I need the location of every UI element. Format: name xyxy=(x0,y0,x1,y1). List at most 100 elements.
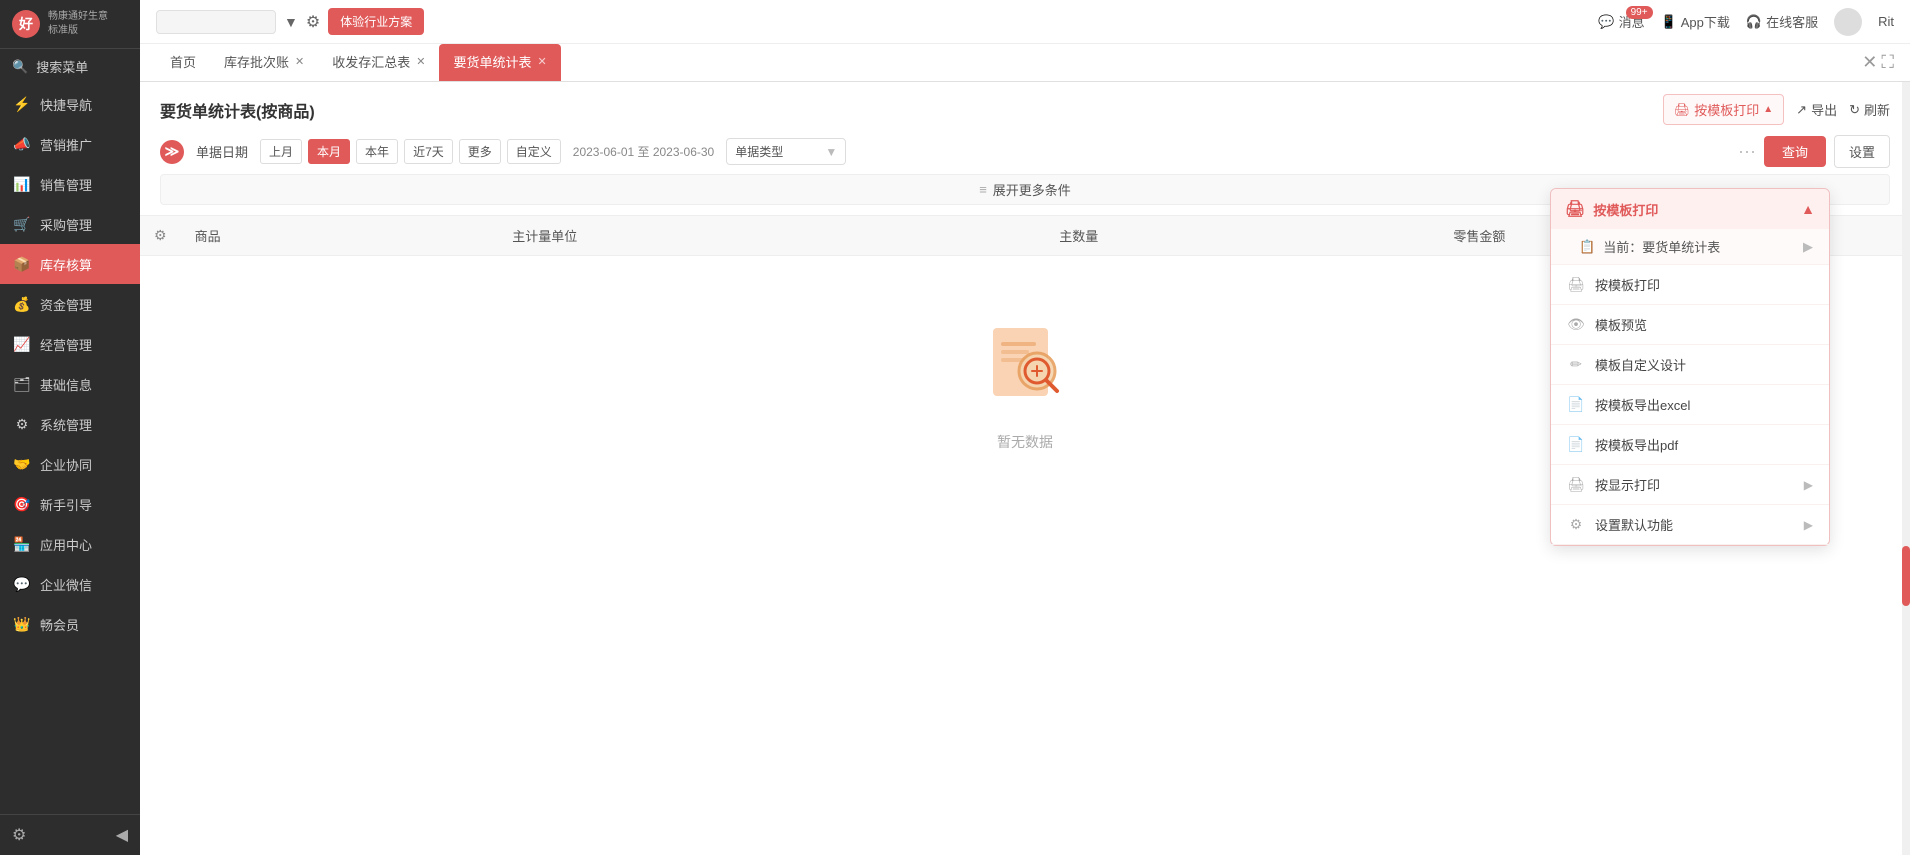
appstore-icon: 🏪 xyxy=(12,534,32,554)
sidebar-item-quick-nav[interactable]: ⚡ 快捷导航 xyxy=(0,84,140,124)
tab-order-stat[interactable]: 要货单统计表 ✕ xyxy=(439,44,560,81)
tab-close-receipt-summary[interactable]: ✕ xyxy=(416,55,425,68)
column-settings-icon[interactable]: ⚙ xyxy=(154,227,167,243)
date-range-display: 2023-06-01 至 2023-06-30 xyxy=(573,143,714,160)
message-badge: 99+ xyxy=(1626,6,1653,19)
tab-home[interactable]: 首页 xyxy=(156,44,210,81)
dropdown-item-template-preview[interactable]: 👁 模板预览 xyxy=(1551,305,1829,345)
base-icon: 🗂 xyxy=(12,374,32,394)
marketing-icon: 📣 xyxy=(12,134,32,154)
more-options-icon[interactable]: ··· xyxy=(1738,141,1756,162)
tab-receipt-summary[interactable]: 收发存汇总表 ✕ xyxy=(318,44,439,81)
date-last-7-days[interactable]: 近7天 xyxy=(404,139,453,164)
dropdown-item-template-design[interactable]: ✏ 模板自定义设计 xyxy=(1551,345,1829,385)
inventory-icon: 📦 xyxy=(12,254,32,274)
dropdown-title: 按模板打印 xyxy=(1593,200,1658,219)
guide-icon: 🎯 xyxy=(12,494,32,514)
export-button[interactable]: ↗ 导出 xyxy=(1796,100,1837,119)
dropdown-item-display-print[interactable]: 🖨 按显示打印 ▶ xyxy=(1551,465,1829,505)
dropdown-item-export-pdf[interactable]: 📄 按模板导出pdf xyxy=(1551,425,1829,465)
display-print-arrow: ▶ xyxy=(1804,478,1813,492)
sidebar-item-sales[interactable]: 📊 销售管理 xyxy=(0,164,140,204)
window-close-icon[interactable]: ✕ xyxy=(1862,52,1877,73)
right-scrollbar[interactable] xyxy=(1902,82,1910,855)
filter-row: ≫ 单据日期 上月 本月 本年 近7天 更多 自定义 2023-06-01 至 … xyxy=(160,135,1890,168)
template-print-icon: 🖨 xyxy=(1567,276,1585,293)
settings-footer-icon[interactable]: ⚙ xyxy=(12,825,26,845)
date-last-month[interactable]: 上月 xyxy=(260,139,302,164)
table-col-unit: 主计量单位 xyxy=(498,216,1045,256)
dropdown-header[interactable]: 🖨 按模板打印 ▲ xyxy=(1551,189,1829,229)
order-type-select[interactable]: 单据类型 ▼ xyxy=(726,138,846,165)
settings-button[interactable]: 设置 xyxy=(1834,135,1890,168)
print-template-icon: 🖨 xyxy=(1674,102,1691,118)
scrollbar-thumb xyxy=(1902,546,1910,606)
filter-expand-button[interactable]: ≫ xyxy=(160,140,184,164)
set-default-icon: ⚙ xyxy=(1567,516,1585,533)
sidebar-item-purchase[interactable]: 🛒 采购管理 xyxy=(0,204,140,244)
sidebar-item-marketing[interactable]: 📣 营销推广 xyxy=(0,124,140,164)
tab-inventory-batch[interactable]: 库存批次账 ✕ xyxy=(210,44,318,81)
topbar: ▼ ⚙ 体验行业方案 💬 消息 99+ 📱 App下载 🎧 在线客服 Rit xyxy=(140,0,1910,44)
print-template-arrow: ▲ xyxy=(1763,104,1773,115)
search-icon: 🔍 xyxy=(12,59,28,75)
refresh-button[interactable]: ↻ 刷新 xyxy=(1849,100,1890,119)
current-template-label: 当前：要货单统计表 xyxy=(1603,237,1720,256)
dropdown-item-set-default[interactable]: ⚙ 设置默认功能 ▶ xyxy=(1551,505,1829,545)
current-template-icon: 📋 xyxy=(1579,239,1595,255)
sidebar-footer: ⚙ ◀ xyxy=(0,814,140,855)
sidebar-search[interactable]: 🔍 搜索菜单 xyxy=(0,49,140,84)
dropdown-item-export-excel[interactable]: 📄 按模板导出excel xyxy=(1551,385,1829,425)
collapse-footer-icon[interactable]: ◀ xyxy=(116,825,128,845)
window-controls: ✕ ⛶ xyxy=(1862,52,1894,73)
online-service-icon: 🎧 xyxy=(1746,14,1762,30)
logo-icon: 好 xyxy=(12,10,40,38)
sidebar-nav: ⚡ 快捷导航 📣 营销推广 📊 销售管理 🛒 采购管理 📦 库存核算 💰 资金管… xyxy=(0,84,140,814)
trial-button[interactable]: 体验行业方案 xyxy=(328,8,424,35)
message-button[interactable]: 💬 消息 99+ xyxy=(1598,12,1644,31)
topbar-search-input[interactable] xyxy=(156,10,276,34)
tab-close-inventory-batch[interactable]: ✕ xyxy=(295,55,304,68)
query-button[interactable]: 查询 xyxy=(1764,136,1826,167)
sidebar-item-enterprise[interactable]: 🤝 企业协同 xyxy=(0,444,140,484)
app-download-button[interactable]: 📱 App下载 xyxy=(1661,12,1730,31)
export-icon: ↗ xyxy=(1796,102,1807,118)
dropdown-current-template[interactable]: 📋 当前：要货单统计表 ▶ xyxy=(1551,229,1829,265)
date-current-month[interactable]: 本月 xyxy=(308,139,350,164)
dropdown-close-icon[interactable]: ▲ xyxy=(1801,201,1815,217)
system-icon: ⚙ xyxy=(12,414,32,434)
sidebar-item-base[interactable]: 🗂 基础信息 xyxy=(0,364,140,404)
template-design-icon: ✏ xyxy=(1567,356,1585,373)
sidebar-item-wechat[interactable]: 💬 企业微信 xyxy=(0,564,140,604)
online-service-button[interactable]: 🎧 在线客服 xyxy=(1746,12,1818,31)
print-template-button[interactable]: 🖨 按模板打印 ▲ xyxy=(1663,94,1784,125)
quick-nav-icon: ⚡ xyxy=(12,94,32,114)
sidebar-item-inventory[interactable]: 📦 库存核算 xyxy=(0,244,140,284)
window-maximize-icon[interactable]: ⛶ xyxy=(1881,52,1894,73)
date-custom[interactable]: 自定义 xyxy=(507,139,561,164)
print-dropdown-menu: 🖨 按模板打印 ▲ 📋 当前：要货单统计表 ▶ 🖨 按模板打印 👁 模板预览 ✏ xyxy=(1550,188,1830,546)
sidebar-item-guide[interactable]: 🎯 新手引导 xyxy=(0,484,140,524)
topbar-settings-icon[interactable]: ⚙ xyxy=(306,12,320,32)
user-avatar[interactable] xyxy=(1834,8,1862,36)
expand-icon: ≡ xyxy=(979,182,987,197)
dropdown-item-template-print[interactable]: 🖨 按模板打印 xyxy=(1551,265,1829,305)
finance-icon: 💰 xyxy=(12,294,32,314)
table-col-product: 商品 xyxy=(181,216,499,256)
page-header: 要货单统计表(按商品) 🖨 按模板打印 ▲ ↗ 导出 ↻ 刷新 xyxy=(140,82,1910,125)
app-download-icon: 📱 xyxy=(1661,14,1677,30)
sidebar-item-finance[interactable]: 💰 资金管理 xyxy=(0,284,140,324)
sidebar-item-operation[interactable]: 📈 经营管理 xyxy=(0,324,140,364)
date-more[interactable]: 更多 xyxy=(459,139,501,164)
sidebar-item-appstore[interactable]: 🏪 应用中心 xyxy=(0,524,140,564)
dropdown-header-left: 🖨 按模板打印 xyxy=(1565,199,1658,219)
sidebar-item-system[interactable]: ⚙ 系统管理 xyxy=(0,404,140,444)
page-title: 要货单统计表(按商品) xyxy=(160,98,315,122)
current-template-arrow: ▶ xyxy=(1803,239,1813,255)
sidebar-item-member[interactable]: 👑 畅会员 xyxy=(0,604,140,644)
page-actions: 🖨 按模板打印 ▲ ↗ 导出 ↻ 刷新 xyxy=(1663,94,1890,125)
date-current-year[interactable]: 本年 xyxy=(356,139,398,164)
topbar-dropdown-icon[interactable]: ▼ xyxy=(284,14,298,30)
export-excel-icon: 📄 xyxy=(1567,396,1585,413)
tab-close-order-stat[interactable]: ✕ xyxy=(538,55,547,68)
